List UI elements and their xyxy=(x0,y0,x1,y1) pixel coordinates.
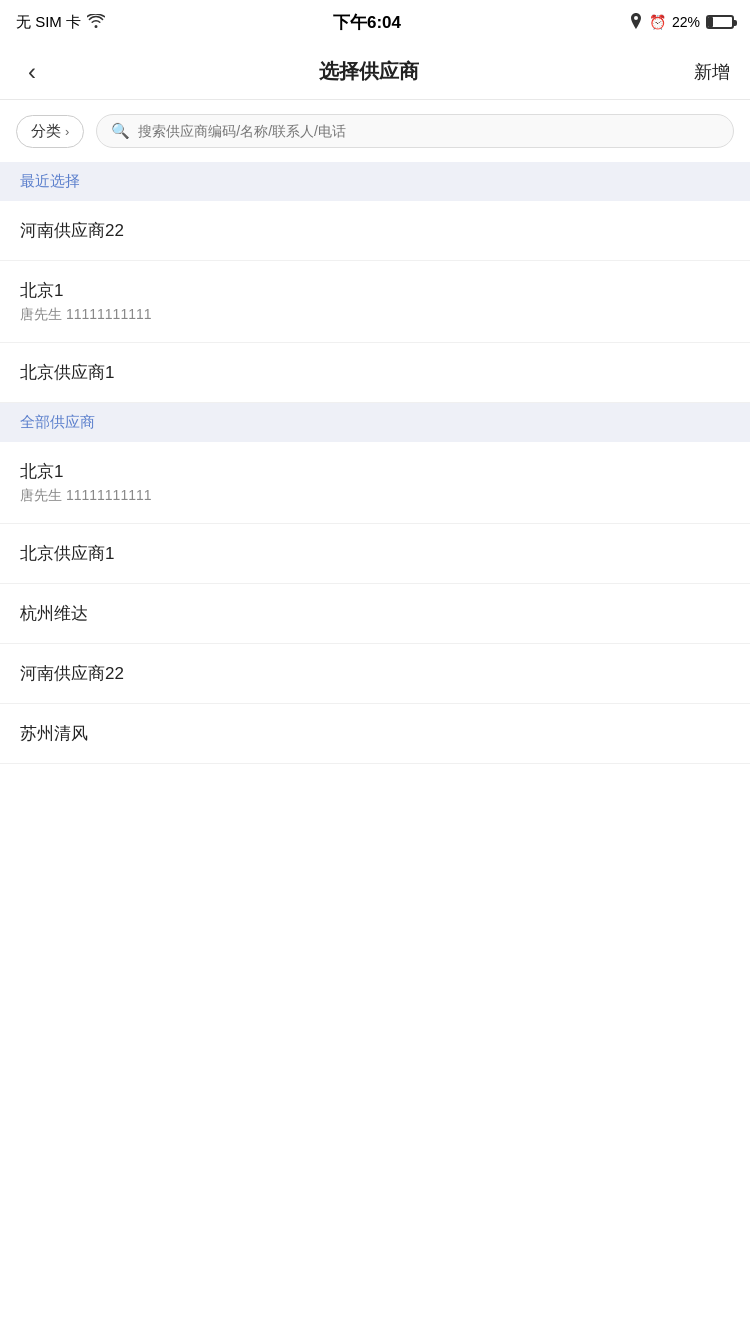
list-item[interactable]: 河南供应商22 xyxy=(0,201,750,261)
alarm-icon: ⏰ xyxy=(649,14,666,30)
list-item[interactable]: 北京供应商1 xyxy=(0,343,750,403)
item-name: 北京1 xyxy=(20,460,730,483)
category-button[interactable]: 分类 › xyxy=(16,115,84,148)
search-box: 🔍 xyxy=(96,114,734,148)
page-title: 选择供应商 xyxy=(319,58,419,85)
list-item[interactable]: 北京1 唐先生 11111111111 xyxy=(0,442,750,524)
back-button[interactable]: ‹ xyxy=(20,50,44,94)
list-item[interactable]: 北京1 唐先生 11111111111 xyxy=(0,261,750,343)
item-name: 河南供应商22 xyxy=(20,219,730,242)
list-item[interactable]: 北京供应商1 xyxy=(0,524,750,584)
status-left: 无 SIM 卡 xyxy=(16,13,105,32)
list-item[interactable]: 河南供应商22 xyxy=(0,644,750,704)
nav-bar: ‹ 选择供应商 新增 xyxy=(0,44,750,100)
item-sub: 唐先生 11111111111 xyxy=(20,487,730,505)
item-name: 苏州清风 xyxy=(20,722,730,745)
status-bar: 无 SIM 卡 下午6:04 ⏰ 22% xyxy=(0,0,750,44)
all-items-list: 北京1 唐先生 11111111111 北京供应商1 杭州维达河南供应商22 苏州清风 xyxy=(0,442,750,764)
item-name: 河南供应商22 xyxy=(20,662,730,685)
add-button[interactable]: 新增 xyxy=(694,60,730,84)
recent-header-label: 最近选择 xyxy=(20,172,80,189)
sim-text: 无 SIM 卡 xyxy=(16,13,81,32)
filter-bar: 分类 › 🔍 xyxy=(0,100,750,162)
search-input[interactable] xyxy=(138,123,719,139)
battery-icon xyxy=(706,15,734,29)
category-label: 分类 xyxy=(31,122,61,141)
item-name: 北京供应商1 xyxy=(20,542,730,565)
item-name: 北京1 xyxy=(20,279,730,302)
item-name: 北京供应商1 xyxy=(20,361,730,384)
battery-percent: 22% xyxy=(672,14,700,30)
status-right: ⏰ 22% xyxy=(629,13,734,32)
recent-section-header: 最近选择 xyxy=(0,162,750,201)
item-sub: 唐先生 11111111111 xyxy=(20,306,730,324)
list-item[interactable]: 苏州清风 xyxy=(0,704,750,764)
status-time: 下午6:04 xyxy=(333,11,401,34)
item-name: 杭州维达 xyxy=(20,602,730,625)
wifi-icon xyxy=(87,14,105,31)
location-icon xyxy=(629,13,643,32)
chevron-right-icon: › xyxy=(65,124,69,139)
search-icon: 🔍 xyxy=(111,122,130,140)
recent-items-list: 河南供应商22 北京1 唐先生 11111111111 北京供应商1 xyxy=(0,201,750,403)
all-header-label: 全部供应商 xyxy=(20,413,95,430)
all-section-header: 全部供应商 xyxy=(0,403,750,442)
list-item[interactable]: 杭州维达 xyxy=(0,584,750,644)
